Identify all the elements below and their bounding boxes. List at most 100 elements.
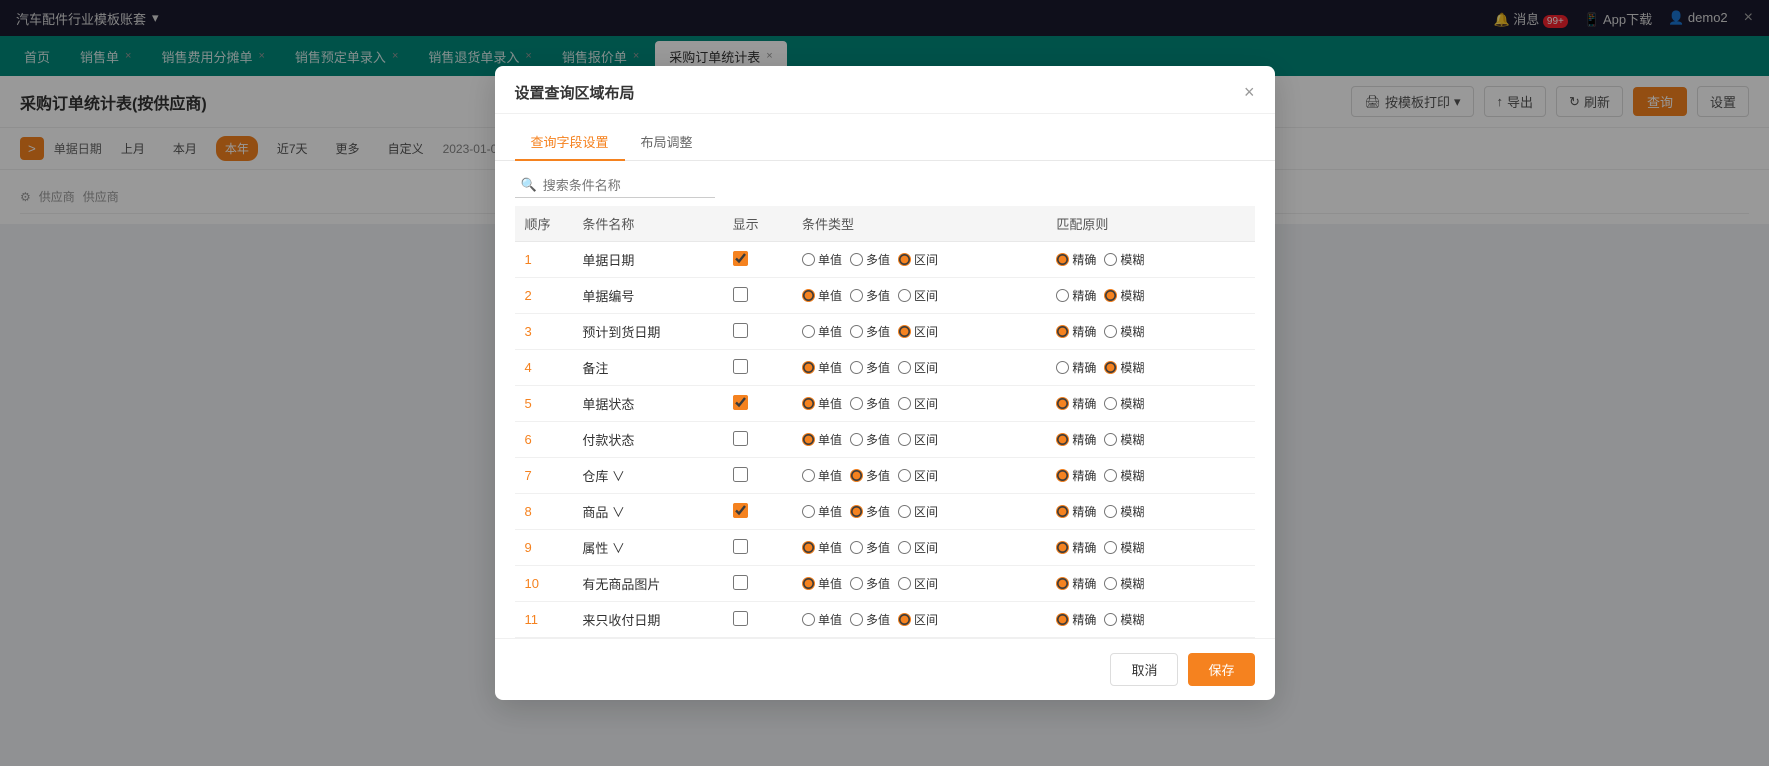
type-option-多值[interactable]: 多值 [850,431,890,448]
type-option-多值[interactable]: 多值 [850,467,890,484]
show-checkbox[interactable] [733,395,748,410]
type-option-区间[interactable]: 区间 [898,395,938,412]
match-option-模糊[interactable]: 模糊 [1104,467,1144,484]
match-option-模糊[interactable]: 模糊 [1104,359,1144,376]
match-cell: 精确模糊 [1046,386,1254,422]
show-checkbox[interactable] [733,503,748,518]
search-icon: 🔍 [521,177,537,193]
seq-cell: 5 [515,386,573,422]
type-option-单值[interactable]: 单值 [802,251,842,268]
match-option-模糊[interactable]: 模糊 [1104,611,1144,628]
show-checkbox[interactable] [733,539,748,554]
col-header-match: 匹配原则 [1046,206,1254,242]
match-option-精确[interactable]: 精确 [1056,431,1096,448]
type-cell: 单值多值区间 [792,602,1046,638]
type-option-区间[interactable]: 区间 [898,287,938,304]
type-cell: 单值多值区间 [792,494,1046,530]
match-option-模糊[interactable]: 模糊 [1104,323,1144,340]
modal-table-wrap: 顺序 条件名称 显示 条件类型 匹配原则 1单据日期单值多值区间精确模糊2单据编… [495,206,1275,638]
type-option-多值[interactable]: 多值 [850,539,890,556]
type-cell: 单值多值区间 [792,242,1046,278]
show-cell [723,314,792,350]
show-checkbox[interactable] [733,359,748,374]
type-option-多值[interactable]: 多值 [850,611,890,628]
type-option-区间[interactable]: 区间 [898,575,938,592]
type-option-多值[interactable]: 多值 [850,575,890,592]
match-option-精确[interactable]: 精确 [1056,575,1096,592]
type-option-单值[interactable]: 单值 [802,611,842,628]
show-checkbox[interactable] [733,287,748,302]
type-option-单值[interactable]: 单值 [802,467,842,484]
type-option-单值[interactable]: 单值 [802,359,842,376]
type-option-多值[interactable]: 多值 [850,251,890,268]
match-cell: 精确模糊 [1046,422,1254,458]
match-option-精确[interactable]: 精确 [1056,395,1096,412]
type-option-单值[interactable]: 单值 [802,323,842,340]
type-option-单值[interactable]: 单值 [802,503,842,520]
type-option-区间[interactable]: 区间 [898,611,938,628]
type-option-区间[interactable]: 区间 [898,503,938,520]
match-option-模糊[interactable]: 模糊 [1104,575,1144,592]
table-row: 10 有无商品图片 单值多值区间 精确模糊 [515,566,1255,602]
type-option-单值[interactable]: 单值 [802,287,842,304]
search-box: 🔍 [515,173,715,198]
show-checkbox[interactable] [733,611,748,626]
match-option-精确[interactable]: 精确 [1056,611,1096,628]
seq-cell: 10 [515,566,573,602]
type-option-单值[interactable]: 单值 [802,431,842,448]
match-option-精确[interactable]: 精确 [1056,251,1096,268]
settings-modal: 设置查询区域布局 × 查询字段设置 布局调整 🔍 顺序 [495,66,1275,700]
type-option-多值[interactable]: 多值 [850,395,890,412]
type-option-区间[interactable]: 区间 [898,431,938,448]
table-row: 7仓库 ∨单值多值区间精确模糊 [515,458,1255,494]
match-option-精确[interactable]: 精确 [1056,359,1096,376]
type-option-多值[interactable]: 多值 [850,359,890,376]
show-cell [723,458,792,494]
show-checkbox[interactable] [733,431,748,446]
table-row: 8商品 ∨单值多值区间精确模糊 [515,494,1255,530]
seq-cell: 9 [515,530,573,566]
type-option-区间[interactable]: 区间 [898,323,938,340]
tab-query-fields[interactable]: 查询字段设置 [515,124,625,161]
match-option-精确[interactable]: 精确 [1056,503,1096,520]
show-checkbox[interactable] [733,323,748,338]
type-option-区间[interactable]: 区间 [898,251,938,268]
type-option-多值[interactable]: 多值 [850,503,890,520]
match-option-模糊[interactable]: 模糊 [1104,431,1144,448]
seq-number: 10 [525,576,539,591]
save-button[interactable]: 保存 [1188,653,1254,686]
type-option-单值[interactable]: 单值 [802,395,842,412]
type-option-单值[interactable]: 单值 [802,539,842,556]
name-cell: 单据状态 [572,386,722,422]
show-checkbox[interactable] [733,467,748,482]
match-option-模糊[interactable]: 模糊 [1104,503,1144,520]
type-option-区间[interactable]: 区间 [898,359,938,376]
type-option-多值[interactable]: 多值 [850,323,890,340]
match-option-模糊[interactable]: 模糊 [1104,395,1144,412]
type-option-多值[interactable]: 多值 [850,287,890,304]
match-option-精确[interactable]: 精确 [1056,323,1096,340]
show-checkbox[interactable] [733,575,748,590]
show-checkbox[interactable] [733,251,748,266]
modal-header: 设置查询区域布局 × [495,66,1275,114]
table-row: 1单据日期单值多值区间精确模糊 [515,242,1255,278]
tab-layout-adjust[interactable]: 布局调整 [625,124,709,161]
match-option-模糊[interactable]: 模糊 [1104,287,1144,304]
search-input[interactable] [543,178,703,193]
name-cell: 有无商品图片 [572,566,722,602]
match-option-模糊[interactable]: 模糊 [1104,539,1144,556]
match-option-模糊[interactable]: 模糊 [1104,251,1144,268]
show-cell [723,602,792,638]
type-option-单值[interactable]: 单值 [802,575,842,592]
match-option-精确[interactable]: 精确 [1056,539,1096,556]
table-row: 11来只收付日期单值多值区间精确模糊 [515,602,1255,638]
match-option-精确[interactable]: 精确 [1056,467,1096,484]
seq-number: 9 [525,540,532,555]
match-option-精确[interactable]: 精确 [1056,287,1096,304]
type-cell: 单值多值区间 [792,314,1046,350]
type-option-区间[interactable]: 区间 [898,539,938,556]
type-option-区间[interactable]: 区间 [898,467,938,484]
modal-close-button[interactable]: × [1244,82,1255,103]
cancel-button[interactable]: 取消 [1110,653,1178,686]
match-cell: 精确模糊 [1046,458,1254,494]
